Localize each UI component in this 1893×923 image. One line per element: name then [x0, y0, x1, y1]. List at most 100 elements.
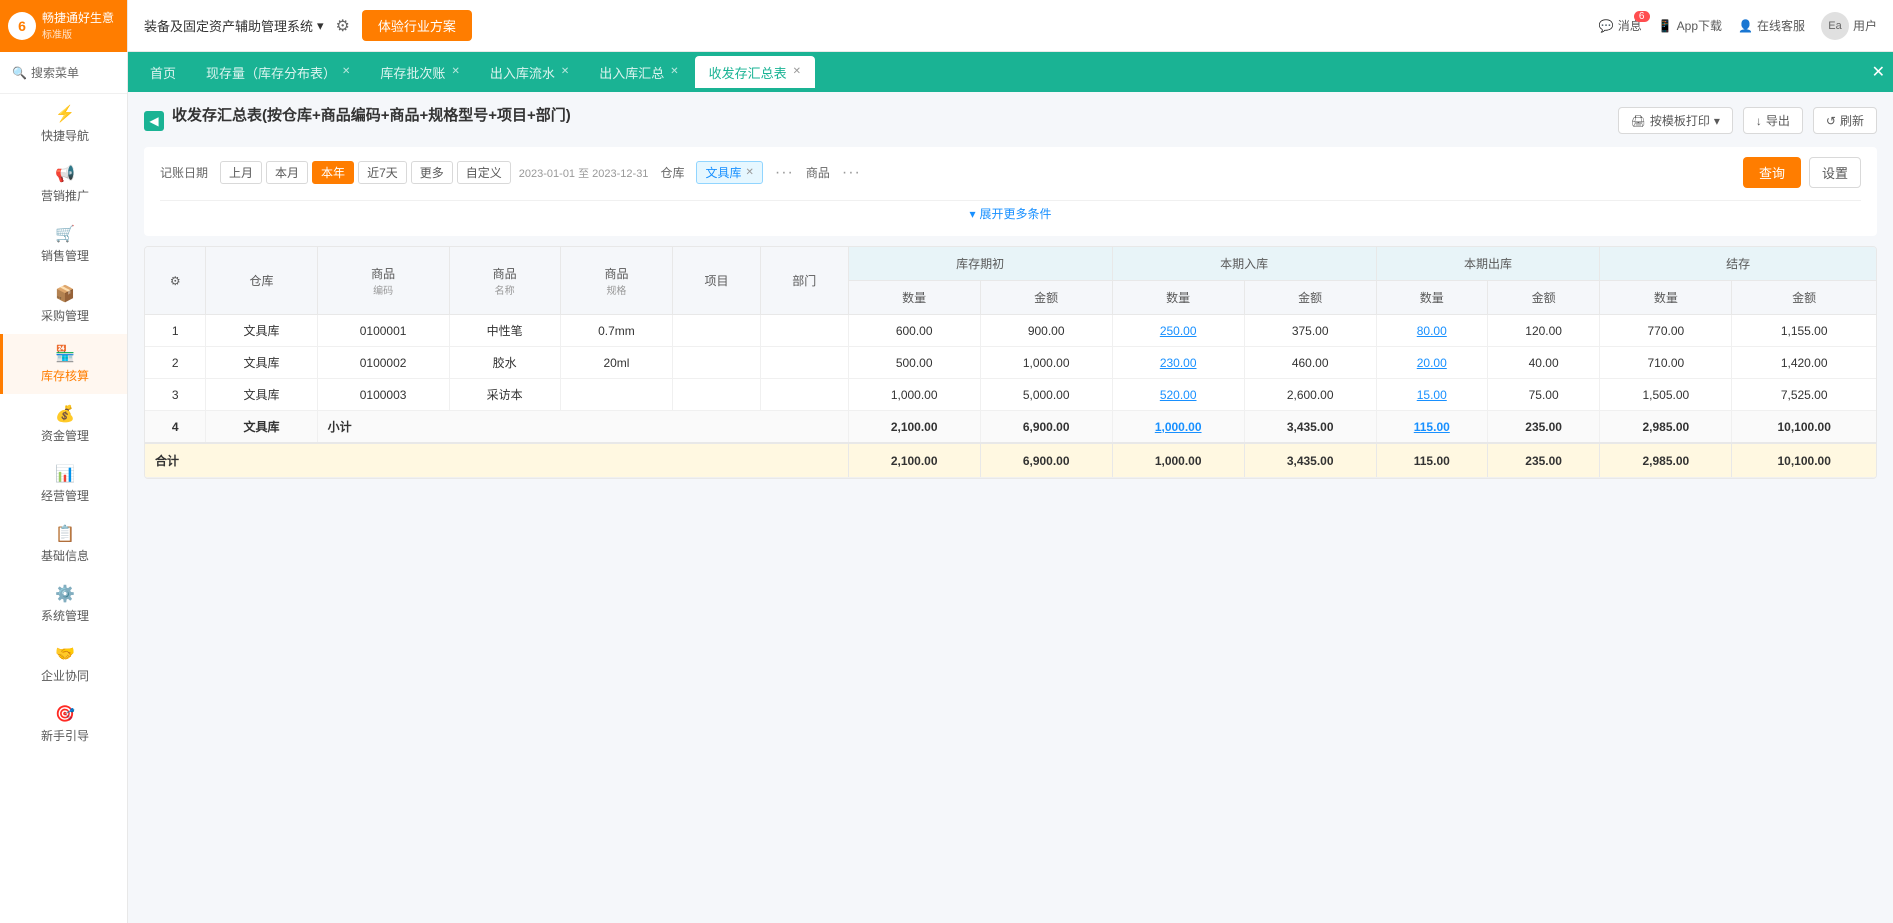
cell-opening-qty: 1,000.00 — [848, 379, 980, 411]
cell-goods-spec: 20ml — [560, 347, 672, 379]
sidebar-item-operations[interactable]: 📊 经营管理 — [0, 454, 127, 514]
sidebar-item-purchase[interactable]: 📦 采购管理 — [0, 274, 127, 334]
sidebar-item-newbie[interactable]: 🎯 新手引导 — [0, 694, 127, 754]
cell-out-qty[interactable]: 80.00 — [1376, 315, 1487, 347]
warehouse-label: 仓库 — [660, 164, 684, 181]
goods-label: 商品 — [806, 164, 830, 181]
table-row: 3 文具库 0100003 采访本 1,000.00 5,000.00 520.… — [145, 379, 1876, 411]
cell-in-qty[interactable]: 250.00 — [1112, 315, 1244, 347]
refresh-label: 刷新 — [1840, 112, 1864, 129]
cell-goods-name: 胶水 — [449, 347, 560, 379]
messages-action[interactable]: 💬 消息 6 — [1599, 17, 1642, 34]
purchase-icon: 📦 — [55, 284, 75, 304]
subtotal-label: 小计 — [317, 411, 848, 444]
cell-in-amt: 2,600.00 — [1244, 379, 1376, 411]
date-btn-this-year[interactable]: 本年 — [312, 161, 354, 184]
print-btn[interactable]: 🖨 按模板打印 ▾ — [1618, 107, 1733, 134]
date-buttons: 上月 本月 本年 近7天 更多 自定义 2023-01-01 至 2023-12… — [220, 161, 648, 184]
th-group-out: 本期出库 — [1376, 247, 1600, 281]
close-all-tabs-button[interactable]: ✕ — [1872, 62, 1885, 82]
sidebar-item-system[interactable]: ⚙️ 系统管理 — [0, 574, 127, 634]
subtotal-closing-qty: 2,985.00 — [1600, 411, 1732, 444]
th-dept: 部门 — [760, 247, 848, 315]
system-name-dropdown[interactable]: 装备及固定资产辅助管理系统 ▾ — [144, 16, 324, 35]
page-title: 收发存汇总表(按仓库+商品编码+商品+规格型号+项目+部门) — [172, 104, 571, 125]
query-button[interactable]: 查询 — [1743, 157, 1801, 188]
tab-close-icon[interactable]: ✕ — [451, 67, 459, 77]
sidebar-item-marketing[interactable]: 📢 营销推广 — [0, 154, 127, 214]
date-btn-this-month[interactable]: 本月 — [266, 161, 308, 184]
cell-closing-qty: 770.00 — [1600, 315, 1732, 347]
sidebar-item-basic-info[interactable]: 📋 基础信息 — [0, 514, 127, 574]
cell-out-qty[interactable]: 20.00 — [1376, 347, 1487, 379]
search-menu-button[interactable]: 🔍 搜索菜单 — [8, 60, 119, 85]
collapse-panel-button[interactable]: ◀ — [144, 111, 164, 131]
tab-close-icon[interactable]: ✕ — [670, 67, 678, 77]
th-opening-qty: 数量 — [848, 281, 980, 315]
tab-stock-distribution[interactable]: 现存量（库存分布表） ✕ — [192, 56, 364, 88]
setting-button[interactable]: 设置 — [1809, 157, 1861, 188]
sidebar-item-sales[interactable]: 🛒 销售管理 — [0, 214, 127, 274]
tab-batch-account[interactable]: 库存批次账 ✕ — [366, 56, 473, 88]
expand-down-icon: ▾ — [969, 207, 975, 221]
th-goods-code: 商品编码 — [317, 247, 449, 315]
export-btn[interactable]: ↓ 导出 — [1743, 107, 1803, 134]
tab-in-out-summary[interactable]: 出入库汇总 ✕ — [585, 56, 692, 88]
cell-in-qty[interactable]: 230.00 — [1112, 347, 1244, 379]
cell-closing-amt: 7,525.00 — [1732, 379, 1876, 411]
operations-icon: 📊 — [55, 464, 75, 484]
cell-project — [673, 347, 761, 379]
expand-btn[interactable]: ▾ 展开更多条件 — [969, 205, 1051, 222]
cell-dept — [760, 315, 848, 347]
warehouse-tag-close[interactable]: ✕ — [745, 167, 753, 178]
warehouse-more-btn[interactable]: ··· — [775, 164, 794, 182]
sidebar-item-finance[interactable]: 💰 资金管理 — [0, 394, 127, 454]
topbar-setting-icon[interactable]: ⚙ — [336, 16, 350, 36]
cell-in-qty[interactable]: 520.00 — [1112, 379, 1244, 411]
search-icon: 🔍 — [12, 66, 27, 80]
date-btn-custom[interactable]: 自定义 — [457, 161, 511, 184]
refresh-btn[interactable]: ↺ 刷新 — [1813, 107, 1877, 134]
cell-warehouse: 文具库 — [206, 379, 317, 411]
user-action[interactable]: Ea 用户 — [1821, 12, 1877, 40]
basic-info-icon: 📋 — [55, 524, 75, 544]
date-btn-last-7-days[interactable]: 近7天 — [358, 161, 407, 184]
tab-close-icon[interactable]: ✕ — [342, 67, 350, 77]
sidebar-search-area: 🔍 搜索菜单 — [0, 52, 127, 94]
tab-home-label: 首页 — [150, 63, 176, 82]
cell-opening-qty: 600.00 — [848, 315, 980, 347]
experience-btn[interactable]: 体验行业方案 — [362, 10, 472, 41]
app-download-action[interactable]: 📱 App下载 — [1658, 17, 1722, 34]
cell-goods-name: 中性笔 — [449, 315, 560, 347]
filter-panel: 记账日期 上月 本月 本年 近7天 更多 自定义 2023-01-01 至 20… — [144, 147, 1877, 236]
cell-warehouse: 文具库 — [206, 347, 317, 379]
tab-home[interactable]: 首页 — [136, 56, 190, 88]
cell-goods-code: 0100002 — [317, 347, 449, 379]
goods-more-btn[interactable]: ··· — [842, 164, 861, 182]
date-btn-more[interactable]: 更多 — [411, 161, 453, 184]
main-area: 装备及固定资产辅助管理系统 ▾ ⚙ 体验行业方案 💬 消息 6 📱 App下载 … — [128, 0, 1893, 923]
online-service-action[interactable]: 👤 在线客服 — [1738, 17, 1805, 34]
th-settings[interactable]: ⚙ — [145, 247, 206, 315]
print-dropdown-icon: ▾ — [1714, 114, 1720, 128]
sidebar-item-enterprise[interactable]: 🤝 企业协同 — [0, 634, 127, 694]
sidebar-item-quick-nav[interactable]: ⚡ 快捷导航 — [0, 94, 127, 154]
cell-out-amt: 75.00 — [1487, 379, 1599, 411]
filter-row-1: 记账日期 上月 本月 本年 近7天 更多 自定义 2023-01-01 至 20… — [160, 157, 1861, 188]
subtotal-in-amt: 3,435.00 — [1244, 411, 1376, 444]
cell-out-qty[interactable]: 15.00 — [1376, 379, 1487, 411]
system-icon: ⚙️ — [55, 584, 75, 604]
date-btn-last-month[interactable]: 上月 — [220, 161, 262, 184]
print-label: 按模板打印 — [1650, 112, 1710, 129]
cell-closing-qty: 1,505.00 — [1600, 379, 1732, 411]
total-out-qty: 115.00 — [1376, 443, 1487, 478]
tab-in-out-flow[interactable]: 出入库流水 ✕ — [476, 56, 583, 88]
export-icon: ↓ — [1756, 114, 1762, 128]
th-in-amt: 金额 — [1244, 281, 1376, 315]
sidebar-item-inventory[interactable]: 🏪 库存核算 — [0, 334, 127, 394]
tab-receive-send-summary[interactable]: 收发存汇总表 ✕ — [695, 56, 815, 88]
tab-close-icon[interactable]: ✕ — [793, 67, 801, 77]
sidebar-item-label: 采购管理 — [41, 307, 89, 324]
tab-close-icon[interactable]: ✕ — [561, 67, 569, 77]
subtotal-in-qty: 1,000.00 — [1112, 411, 1244, 444]
